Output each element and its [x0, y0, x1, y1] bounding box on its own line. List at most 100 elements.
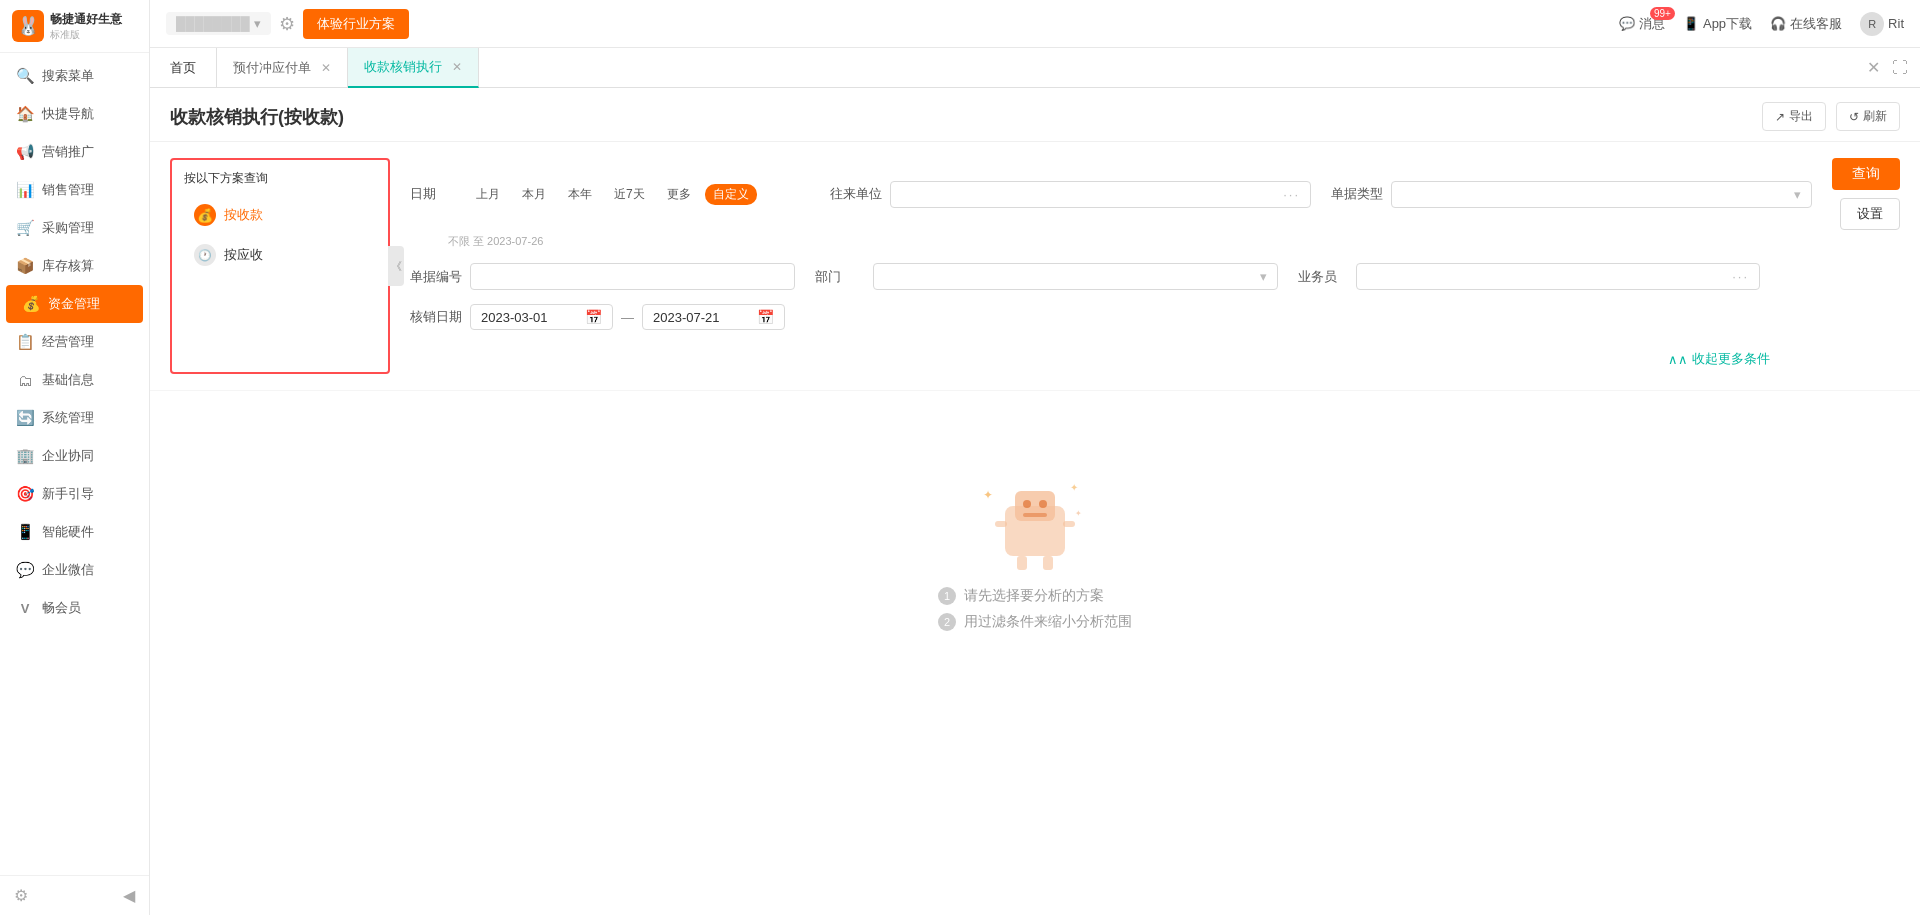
sidebar: 🐰 畅捷通好生意 标准版 🔍 搜索菜单 🏠 快捷导航 📢 营销推广 📊 销售管理…: [0, 0, 150, 915]
verify-date-end-input[interactable]: [653, 310, 753, 325]
wechat-icon: 💬: [16, 561, 34, 579]
setting-button[interactable]: 设置: [1840, 198, 1900, 230]
sidebar-item-label: 快捷导航: [42, 105, 94, 123]
sidebar-item-wechat[interactable]: 💬 企业微信: [0, 551, 149, 589]
staff-select[interactable]: ···: [1356, 263, 1760, 290]
user-selector[interactable]: ████████ ▾: [166, 12, 271, 35]
tab-collection-close[interactable]: ✕: [452, 60, 462, 74]
refresh-label: 刷新: [1863, 108, 1887, 125]
sidebar-item-basic[interactable]: 🗂 基础信息: [0, 361, 149, 399]
export-label: 导出: [1789, 108, 1813, 125]
tab-collection-label: 收款核销执行: [364, 58, 442, 76]
sidebar-item-business[interactable]: 📋 经营管理: [0, 323, 149, 361]
close-all-tabs-button[interactable]: ✕: [1863, 54, 1884, 81]
verify-date-start-input[interactable]: [481, 310, 581, 325]
sidebar-item-label: 畅会员: [42, 599, 81, 617]
tab-prepay-close[interactable]: ✕: [321, 61, 331, 75]
collapse-filter-btn[interactable]: 《: [388, 246, 404, 286]
date-field: 日期 上月 本月 本年 近7天 更多 自定义: [410, 183, 810, 206]
gear-btn[interactable]: ⚙: [279, 13, 295, 35]
tip-num-2: 2: [938, 613, 956, 631]
online-service-button[interactable]: 🎧 在线客服: [1770, 15, 1842, 33]
settings-icon[interactable]: ⚙: [14, 886, 28, 905]
refresh-button[interactable]: ↺ 刷新: [1836, 102, 1900, 131]
date-options-group: 上月 本月 本年 近7天 更多 自定义: [468, 183, 757, 206]
sidebar-item-guide[interactable]: 🎯 新手引导: [0, 475, 149, 513]
empty-tips: 1 请先选择要分析的方案 2 用过滤条件来缩小分析范围: [938, 587, 1132, 631]
sidebar-item-inventory[interactable]: 📦 库存核算: [0, 247, 149, 285]
svg-text:✦: ✦: [983, 488, 993, 502]
sidebar-item-quick[interactable]: 🏠 快捷导航: [0, 95, 149, 133]
sidebar-item-search[interactable]: 🔍 搜索菜单: [0, 57, 149, 95]
staff-field: 业务员 ···: [1298, 263, 1760, 290]
date-last-month-btn[interactable]: 上月: [468, 183, 508, 206]
folder-icon: 🗂: [16, 372, 34, 389]
dept-select[interactable]: ▾: [873, 263, 1277, 290]
collapse-sidebar-icon[interactable]: ◀: [123, 886, 135, 905]
tabbar-actions: ✕ ⛶: [1863, 54, 1920, 81]
query-button[interactable]: 查询: [1832, 158, 1900, 190]
doc-type-dropdown-icon: ▾: [1794, 187, 1801, 202]
sidebar-item-label: 库存核算: [42, 257, 94, 275]
sidebar-item-label: 采购管理: [42, 219, 94, 237]
date-custom-btn[interactable]: 自定义: [705, 184, 757, 205]
sidebar-item-label: 搜索菜单: [42, 67, 94, 85]
online-service-label: 在线客服: [1790, 15, 1842, 33]
date-7days-btn[interactable]: 近7天: [606, 183, 653, 206]
filter-panel-title: 按以下方案查询: [184, 170, 376, 187]
calendar-start-icon[interactable]: 📅: [585, 309, 602, 325]
chat-icon: 💬: [1619, 16, 1635, 31]
tab-prepay[interactable]: 预付冲应付单 ✕: [217, 48, 348, 88]
export-button[interactable]: ↗ 导出: [1762, 102, 1826, 131]
page-container: 收款核销执行(按收款) ↗ 导出 ↺ 刷新 按以下方案查询: [150, 88, 1920, 915]
collapse-more-button[interactable]: ∧∧ 收起更多条件: [1668, 344, 1770, 374]
logo-subtitle: 标准版: [50, 28, 122, 42]
sidebar-item-label: 智能硬件: [42, 523, 94, 541]
avatar: R: [1860, 12, 1884, 36]
solution-button[interactable]: 体验行业方案: [303, 9, 409, 39]
filter-form: 日期 上月 本月 本年 近7天 更多 自定义: [410, 158, 1900, 374]
calendar-end-icon[interactable]: 📅: [757, 309, 774, 325]
partner-select[interactable]: ···: [890, 181, 1311, 208]
partner-dots-btn[interactable]: ···: [1283, 187, 1300, 202]
receivable-icon: 🕐: [194, 244, 216, 266]
app-download-button[interactable]: 📱 App下载: [1683, 15, 1752, 33]
filter-option-by-receivable[interactable]: 🕐 按应收: [184, 237, 376, 273]
staff-dots-btn[interactable]: ···: [1732, 269, 1749, 284]
sidebar-item-label: 营销推广: [42, 143, 94, 161]
sidebar-item-sales[interactable]: 📊 销售管理: [0, 171, 149, 209]
date-hint-text: 不限 至 2023-07-26: [448, 235, 543, 247]
dept-field: 部门 ▾: [815, 263, 1277, 290]
message-button[interactable]: 💬 消息 99+: [1619, 15, 1665, 33]
fullscreen-button[interactable]: ⛶: [1888, 55, 1912, 81]
filter-area: 按以下方案查询 💰 按收款 🕐 按应收 《: [150, 142, 1920, 391]
doc-no-input[interactable]: [470, 263, 795, 290]
date-this-year-btn[interactable]: 本年: [560, 183, 600, 206]
empty-tip-1: 1 请先选择要分析的方案: [938, 587, 1132, 605]
sidebar-item-system[interactable]: 🔄 系统管理: [0, 399, 149, 437]
page-header-actions: ↗ 导出 ↺ 刷新: [1762, 102, 1900, 131]
phone-icon: 📱: [1683, 16, 1699, 31]
svg-point-3: [1039, 500, 1047, 508]
tab-home[interactable]: 首页: [150, 48, 217, 88]
sidebar-item-member[interactable]: V 畅会员: [0, 589, 149, 627]
chart-icon: 📊: [16, 181, 34, 199]
sidebar-item-marketing[interactable]: 📢 营销推广: [0, 133, 149, 171]
date-more-btn[interactable]: 更多: [659, 183, 699, 206]
sidebar-item-corp[interactable]: 🏢 企业协同: [0, 437, 149, 475]
sidebar-item-purchase[interactable]: 🛒 采购管理: [0, 209, 149, 247]
sidebar-footer: ⚙ ◀: [0, 875, 149, 915]
user-avatar-button[interactable]: R Rit: [1860, 12, 1904, 36]
date-this-month-btn[interactable]: 本月: [514, 183, 554, 206]
sidebar-item-finance[interactable]: 💰 资金管理: [6, 285, 143, 323]
filter-option-receivable-label: 按应收: [224, 246, 263, 264]
empty-svg: ✦ ✦ ✦: [975, 471, 1095, 571]
doc-type-select[interactable]: ▾: [1391, 181, 1812, 208]
date-label: 日期: [410, 185, 460, 203]
tab-collection[interactable]: 收款核销执行 ✕: [348, 48, 479, 88]
sidebar-item-label: 销售管理: [42, 181, 94, 199]
collapse-row: ∧∧ 收起更多条件: [410, 344, 1900, 374]
partner-label: 往来单位: [830, 185, 882, 203]
sidebar-item-hardware[interactable]: 📱 智能硬件: [0, 513, 149, 551]
filter-option-by-receipt[interactable]: 💰 按收款: [184, 197, 376, 233]
